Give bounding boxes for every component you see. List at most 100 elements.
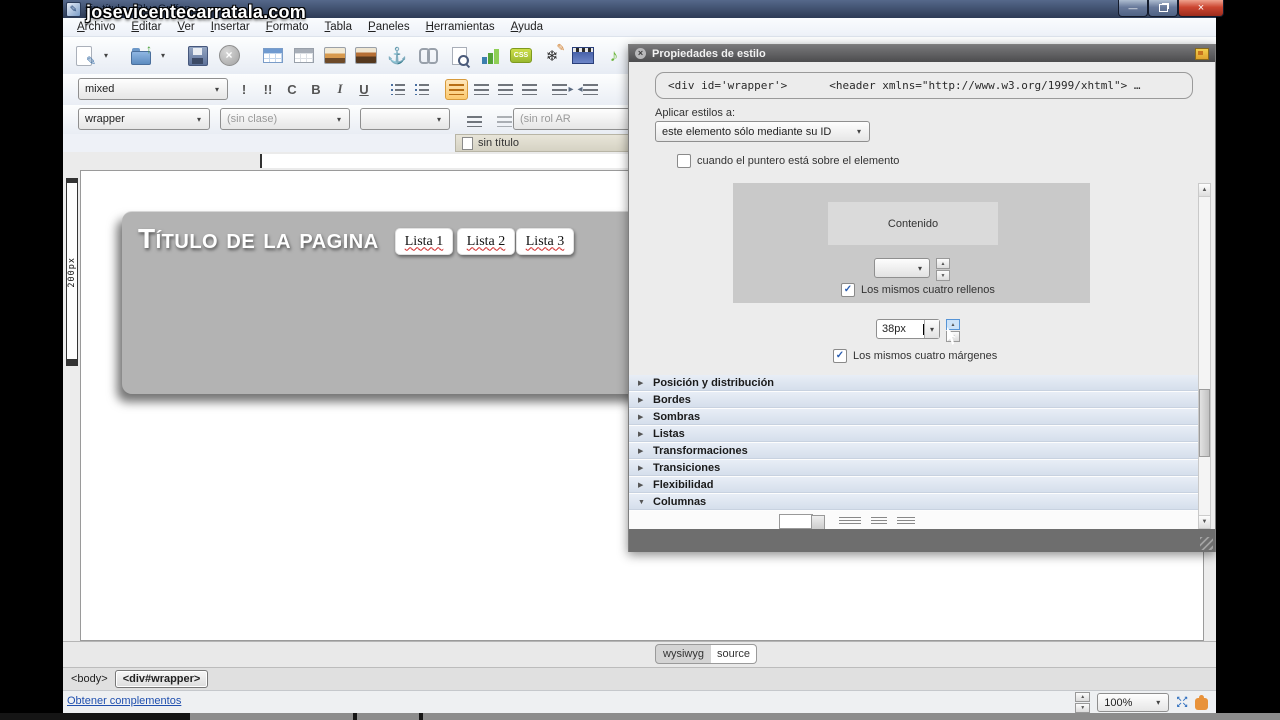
italic-button[interactable]: I bbox=[329, 78, 351, 100]
dock-panel-icon[interactable] bbox=[1195, 47, 1209, 60]
zoom-combo[interactable]: 100% ▾ bbox=[1097, 693, 1170, 712]
bold-button[interactable]: B bbox=[305, 78, 327, 100]
paragraph-format-combo[interactable]: mixed ▾ bbox=[78, 78, 228, 100]
code-button[interactable]: C bbox=[281, 78, 303, 100]
padding-stepper[interactable]: ▲ ▼ bbox=[936, 258, 950, 281]
menu-tabla[interactable]: Tabla bbox=[317, 20, 361, 34]
anchor-icon: ⚓ bbox=[387, 47, 407, 65]
open-file-button[interactable]: ↑ bbox=[128, 42, 154, 70]
panel-scrollbar[interactable]: ▲ ▼ bbox=[1198, 183, 1211, 529]
breadcrumb-body[interactable]: <body> bbox=[71, 673, 108, 685]
align-left-icon bbox=[449, 83, 464, 95]
columns-option-icon[interactable] bbox=[897, 517, 915, 526]
new-document-button[interactable]: ✎ bbox=[71, 42, 97, 70]
hover-label: cuando el puntero está sobre el elemento bbox=[697, 155, 900, 167]
section-transiciones[interactable]: ▶ Transiciones bbox=[629, 460, 1199, 477]
insert-link-button[interactable] bbox=[415, 42, 441, 70]
element-lang-combo[interactable]: ▾ bbox=[360, 108, 450, 130]
columns-option-icon[interactable] bbox=[839, 517, 861, 526]
image-properties-button[interactable] bbox=[353, 42, 379, 70]
selector-code-box[interactable]: <div id='wrapper'> <header xmlns="http://… bbox=[655, 72, 1193, 99]
zoom-stepper[interactable]: ▲ ▼ bbox=[1075, 692, 1091, 713]
numbered-list-button[interactable] bbox=[411, 78, 433, 100]
new-document-dropdown[interactable]: ▾ bbox=[102, 51, 110, 60]
panel-close-icon[interactable]: × bbox=[635, 48, 646, 59]
chevron-right-icon: ▶ bbox=[638, 482, 644, 489]
padding-same-label: Los mismos cuatro rellenos bbox=[861, 284, 995, 296]
element-class-combo[interactable]: (sin clase) ▾ bbox=[220, 108, 350, 130]
columns-option-icon[interactable] bbox=[871, 517, 887, 526]
nav-button-lista2[interactable]: Lista 2 bbox=[457, 228, 515, 255]
nav-button-lista3[interactable]: Lista 3 bbox=[516, 228, 574, 255]
chevron-down-icon: ▾ bbox=[1156, 698, 1161, 707]
emphasis-button[interactable]: ! bbox=[233, 78, 255, 100]
section-listas[interactable]: ▶ Listas bbox=[629, 426, 1199, 443]
minimize-button[interactable]: — bbox=[1118, 0, 1148, 17]
content-box: Contenido bbox=[828, 202, 998, 245]
section-transformaciones[interactable]: ▶ Transformaciones bbox=[629, 443, 1199, 460]
restore-button[interactable] bbox=[1148, 0, 1178, 17]
padding-same-checkbox[interactable]: ✓ bbox=[841, 283, 855, 297]
underline-button[interactable]: U bbox=[353, 78, 375, 100]
margin-value-combo[interactable]: 38px ▾ bbox=[876, 319, 940, 339]
scrollbar-thumb[interactable] bbox=[1199, 389, 1210, 457]
save-button[interactable] bbox=[185, 42, 211, 70]
taskbar-edge bbox=[0, 713, 1280, 720]
columns-count-input[interactable] bbox=[779, 514, 825, 530]
insert-video-button[interactable] bbox=[570, 42, 596, 70]
spin-up-icon: ▲ bbox=[1075, 692, 1091, 702]
bullet-list-button[interactable] bbox=[387, 78, 409, 100]
align-left-button[interactable] bbox=[445, 78, 468, 100]
outdent-button[interactable]: ◂ bbox=[576, 78, 598, 100]
menu-ayuda[interactable]: Ayuda bbox=[503, 20, 551, 34]
app-icon: ✎ bbox=[66, 2, 81, 17]
table-properties-button[interactable] bbox=[291, 42, 317, 70]
addons-icon[interactable] bbox=[1195, 694, 1208, 710]
insert-image-button[interactable] bbox=[322, 42, 348, 70]
wysiwyg-tab[interactable]: wysiwyg bbox=[655, 644, 712, 664]
panel-resize-bar[interactable] bbox=[629, 529, 1215, 552]
padding-value-combo[interactable]: ▾ bbox=[874, 258, 930, 278]
panel-header[interactable]: × Propiedades de estilo bbox=[629, 45, 1215, 62]
strong-button[interactable]: !! bbox=[257, 78, 279, 100]
section-posicion[interactable]: ▶ Posición y distribución bbox=[629, 375, 1199, 392]
nav-button-lista1[interactable]: Lista 1 bbox=[395, 228, 453, 255]
element-id-combo[interactable]: wrapper ▾ bbox=[78, 108, 210, 130]
preview-button[interactable] bbox=[446, 42, 472, 70]
get-addons-link[interactable]: Obtener complementos bbox=[67, 695, 181, 707]
align-center-button[interactable] bbox=[470, 78, 492, 100]
hover-checkbox[interactable] bbox=[677, 154, 691, 168]
pencil-icon: ✎ bbox=[85, 53, 96, 68]
breadcrumb-selected[interactable]: <div#wrapper> bbox=[114, 670, 209, 688]
scroll-up-icon[interactable]: ▲ bbox=[1199, 184, 1210, 197]
geometry-diagram: Contenido ▾ ▲ ▼ ✓ Los mismos cuatro relle… bbox=[733, 183, 1090, 303]
chart-button[interactable] bbox=[477, 42, 503, 70]
align-right-button[interactable] bbox=[494, 78, 516, 100]
scroll-down-icon[interactable]: ▼ bbox=[1199, 515, 1210, 528]
section-sombras[interactable]: ▶ Sombras bbox=[629, 409, 1199, 426]
open-file-dropdown[interactable]: ▾ bbox=[159, 51, 167, 60]
justify-button[interactable] bbox=[518, 78, 540, 100]
resize-grip-icon[interactable] bbox=[1200, 537, 1213, 550]
indent-button[interactable]: ▸ bbox=[552, 78, 574, 100]
css-button[interactable]: CSS bbox=[508, 42, 534, 70]
page-heading[interactable]: Título de la pagina bbox=[138, 223, 379, 255]
insert-table-button[interactable] bbox=[260, 42, 286, 70]
fullscreen-button[interactable]: ↖↗ ↙↘ bbox=[1176, 696, 1188, 709]
margin-same-checkbox[interactable]: ✓ bbox=[833, 349, 847, 363]
menu-herramientas[interactable]: Herramientas bbox=[418, 20, 503, 34]
section-columnas[interactable]: ▼ Columnas bbox=[629, 494, 1199, 511]
section-bordes[interactable]: ▶ Bordes bbox=[629, 392, 1199, 409]
chevron-down-icon: ▼ bbox=[638, 498, 645, 506]
stop-button[interactable]: × bbox=[216, 42, 242, 70]
menu-paneles[interactable]: Paneles bbox=[360, 20, 418, 34]
stylesheet-editor-button[interactable]: ❄ ✎ bbox=[539, 42, 565, 70]
close-button[interactable]: × bbox=[1178, 0, 1224, 17]
source-tab[interactable]: source bbox=[711, 644, 757, 664]
block-spacing-button[interactable] bbox=[493, 110, 515, 132]
line-spacing-button[interactable] bbox=[463, 110, 485, 132]
insert-audio-button[interactable]: ♪ bbox=[601, 42, 627, 70]
apply-selector-combo[interactable]: este elemento sólo mediante su ID ▾ bbox=[655, 121, 870, 142]
insert-anchor-button[interactable]: ⚓ bbox=[384, 42, 410, 70]
section-flexibilidad[interactable]: ▶ Flexibilidad bbox=[629, 477, 1199, 494]
